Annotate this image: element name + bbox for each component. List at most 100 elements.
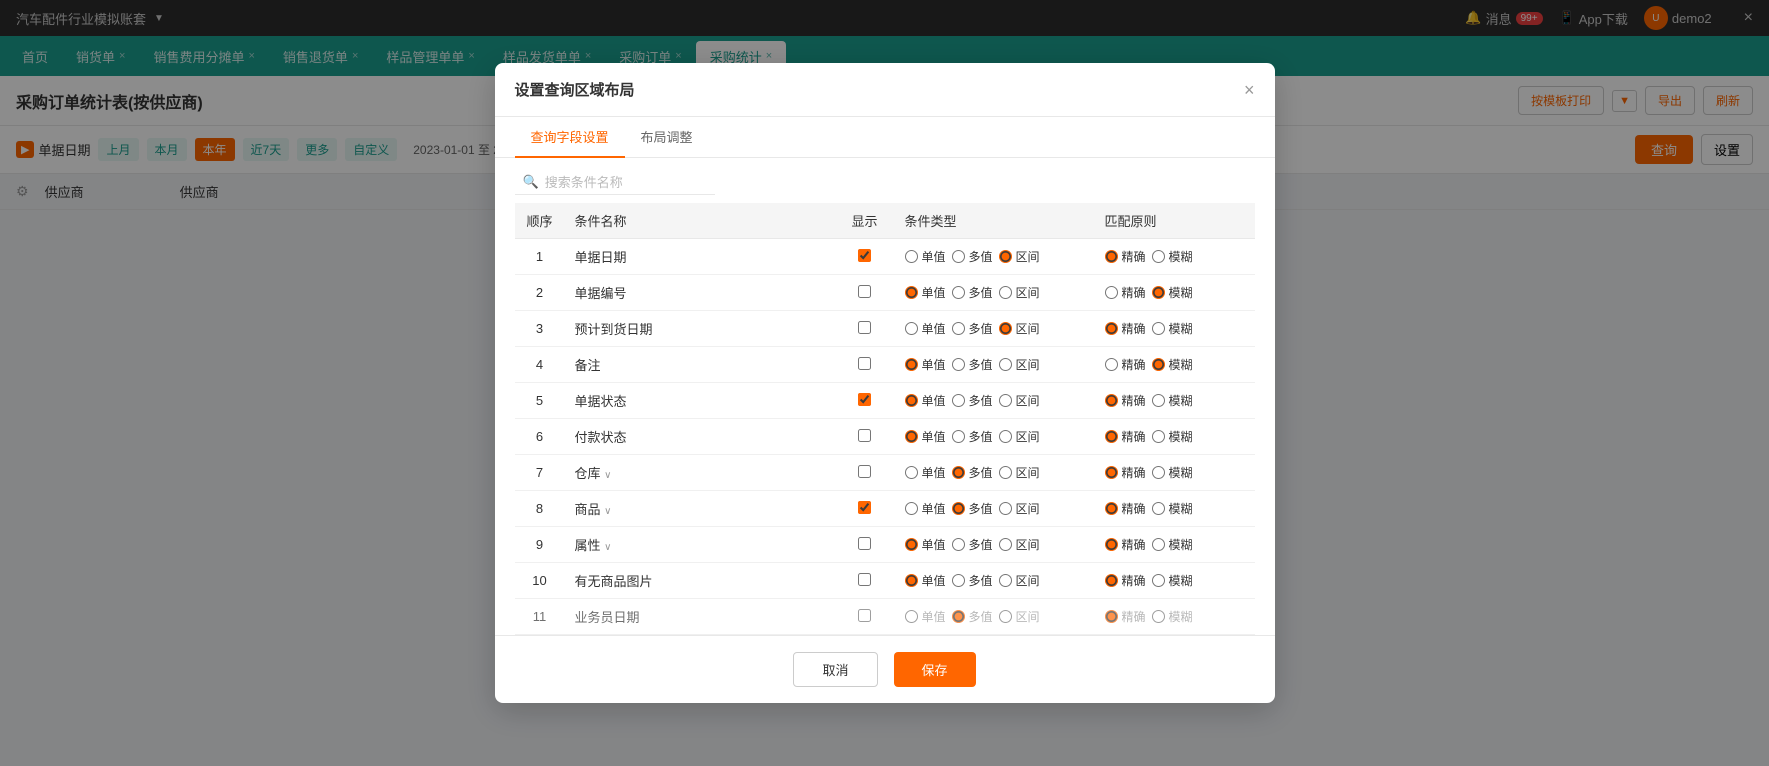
type-multi-4[interactable]: [952, 358, 965, 371]
type-range-10[interactable]: [999, 574, 1012, 587]
table-row: 3 预计到货日期 单值 多值 区间: [515, 311, 1255, 347]
type-range-1[interactable]: [999, 250, 1012, 263]
match-fuzzy-8[interactable]: [1152, 502, 1165, 515]
match-fuzzy-11[interactable]: [1152, 610, 1165, 623]
type-single-7[interactable]: [905, 466, 918, 479]
search-input[interactable]: [545, 175, 705, 190]
type-single-2[interactable]: [905, 286, 918, 299]
table-row: 7 仓库 ∨ 单值 多值 区间: [515, 455, 1255, 491]
row-name-5: 单据状态: [565, 383, 835, 419]
type-single-4[interactable]: [905, 358, 918, 371]
type-multi-5[interactable]: [952, 394, 965, 407]
match-fuzzy-2[interactable]: [1152, 286, 1165, 299]
match-fuzzy-9[interactable]: [1152, 538, 1165, 551]
row-match-3: 精确 模糊: [1095, 311, 1255, 347]
type-single-11[interactable]: [905, 610, 918, 623]
type-single-5[interactable]: [905, 394, 918, 407]
modal-tab-layout[interactable]: 布局调整: [625, 117, 709, 158]
display-checkbox-7[interactable]: [858, 465, 871, 478]
save-button[interactable]: 保存: [894, 652, 976, 687]
display-checkbox-9[interactable]: [858, 537, 871, 550]
match-exact-5[interactable]: [1105, 394, 1118, 407]
type-range-2[interactable]: [999, 286, 1012, 299]
match-fuzzy-5[interactable]: [1152, 394, 1165, 407]
type-multi-1[interactable]: [952, 250, 965, 263]
match-exact-9[interactable]: [1105, 538, 1118, 551]
type-range-5[interactable]: [999, 394, 1012, 407]
table-row: 4 备注 单值 多值 区间: [515, 347, 1255, 383]
display-checkbox-2[interactable]: [858, 285, 871, 298]
row-match-2: 精确 模糊: [1095, 275, 1255, 311]
table-row: 6 付款状态 单值 多值 区间: [515, 419, 1255, 455]
type-range-9[interactable]: [999, 538, 1012, 551]
modal-tab-field-settings[interactable]: 查询字段设置: [515, 117, 625, 158]
row-display-4: [835, 347, 895, 383]
row-match-10: 精确 模糊: [1095, 563, 1255, 599]
table-row: 11 业务员日期 单值 多值 区间: [515, 599, 1255, 635]
type-multi-9[interactable]: [952, 538, 965, 551]
row-display-11: [835, 599, 895, 635]
table-row: 1 单据日期 单值 多值 区间: [515, 239, 1255, 275]
display-checkbox-10[interactable]: [858, 573, 871, 586]
type-range-3[interactable]: [999, 322, 1012, 335]
type-single-6[interactable]: [905, 430, 918, 443]
page-area: 采购订单统计表(按供应商) 按模板打印 ▼ 导出 刷新 ▶ 单据日期 上月 本月…: [0, 76, 1769, 766]
type-single-10[interactable]: [905, 574, 918, 587]
match-exact-3[interactable]: [1105, 322, 1118, 335]
row-type-10: 单值 多值 区间: [895, 563, 1095, 599]
type-range-6[interactable]: [999, 430, 1012, 443]
match-fuzzy-4[interactable]: [1152, 358, 1165, 371]
search-input-wrap[interactable]: 🔍: [515, 170, 715, 195]
match-exact-4[interactable]: [1105, 358, 1118, 371]
row-display-5: [835, 383, 895, 419]
row-order-3: 3: [515, 311, 565, 347]
match-exact-6[interactable]: [1105, 430, 1118, 443]
cancel-button[interactable]: 取消: [793, 652, 877, 687]
type-single-9[interactable]: [905, 538, 918, 551]
row-match-7: 精确 模糊: [1095, 455, 1255, 491]
row-type-2: 单值 多值 区间: [895, 275, 1095, 311]
match-fuzzy-6[interactable]: [1152, 430, 1165, 443]
row-name-4: 备注: [565, 347, 835, 383]
row-display-6: [835, 419, 895, 455]
type-multi-8[interactable]: [952, 502, 965, 515]
row-display-7: [835, 455, 895, 491]
match-fuzzy-10[interactable]: [1152, 574, 1165, 587]
col-header-order: 顺序: [515, 203, 565, 239]
type-multi-10[interactable]: [952, 574, 965, 587]
display-checkbox-11[interactable]: [858, 609, 871, 622]
display-checkbox-6[interactable]: [858, 429, 871, 442]
display-checkbox-4[interactable]: [858, 357, 871, 370]
type-multi-3[interactable]: [952, 322, 965, 335]
match-fuzzy-1[interactable]: [1152, 250, 1165, 263]
modal-search-area: 🔍: [495, 158, 1275, 203]
type-range-4[interactable]: [999, 358, 1012, 371]
match-fuzzy-3[interactable]: [1152, 322, 1165, 335]
type-single-8[interactable]: [905, 502, 918, 515]
type-multi-7[interactable]: [952, 466, 965, 479]
match-exact-10[interactable]: [1105, 574, 1118, 587]
match-exact-8[interactable]: [1105, 502, 1118, 515]
type-single-1[interactable]: [905, 250, 918, 263]
search-icon: 🔍: [523, 174, 539, 190]
row-type-9: 单值 多值 区间: [895, 527, 1095, 563]
modal-close-button[interactable]: ×: [1244, 81, 1255, 99]
display-checkbox-8[interactable]: [858, 501, 871, 514]
row-display-8: [835, 491, 895, 527]
type-range-8[interactable]: [999, 502, 1012, 515]
type-multi-6[interactable]: [952, 430, 965, 443]
match-exact-7[interactable]: [1105, 466, 1118, 479]
row-name-8: 商品 ∨: [565, 491, 835, 527]
type-single-3[interactable]: [905, 322, 918, 335]
type-range-11[interactable]: [999, 610, 1012, 623]
match-exact-11[interactable]: [1105, 610, 1118, 623]
type-multi-11[interactable]: [952, 610, 965, 623]
match-fuzzy-7[interactable]: [1152, 466, 1165, 479]
match-exact-1[interactable]: [1105, 250, 1118, 263]
type-multi-2[interactable]: [952, 286, 965, 299]
match-exact-2[interactable]: [1105, 286, 1118, 299]
display-checkbox-5[interactable]: [858, 393, 871, 406]
display-checkbox-1[interactable]: [858, 249, 871, 262]
type-range-7[interactable]: [999, 466, 1012, 479]
display-checkbox-3[interactable]: [858, 321, 871, 334]
